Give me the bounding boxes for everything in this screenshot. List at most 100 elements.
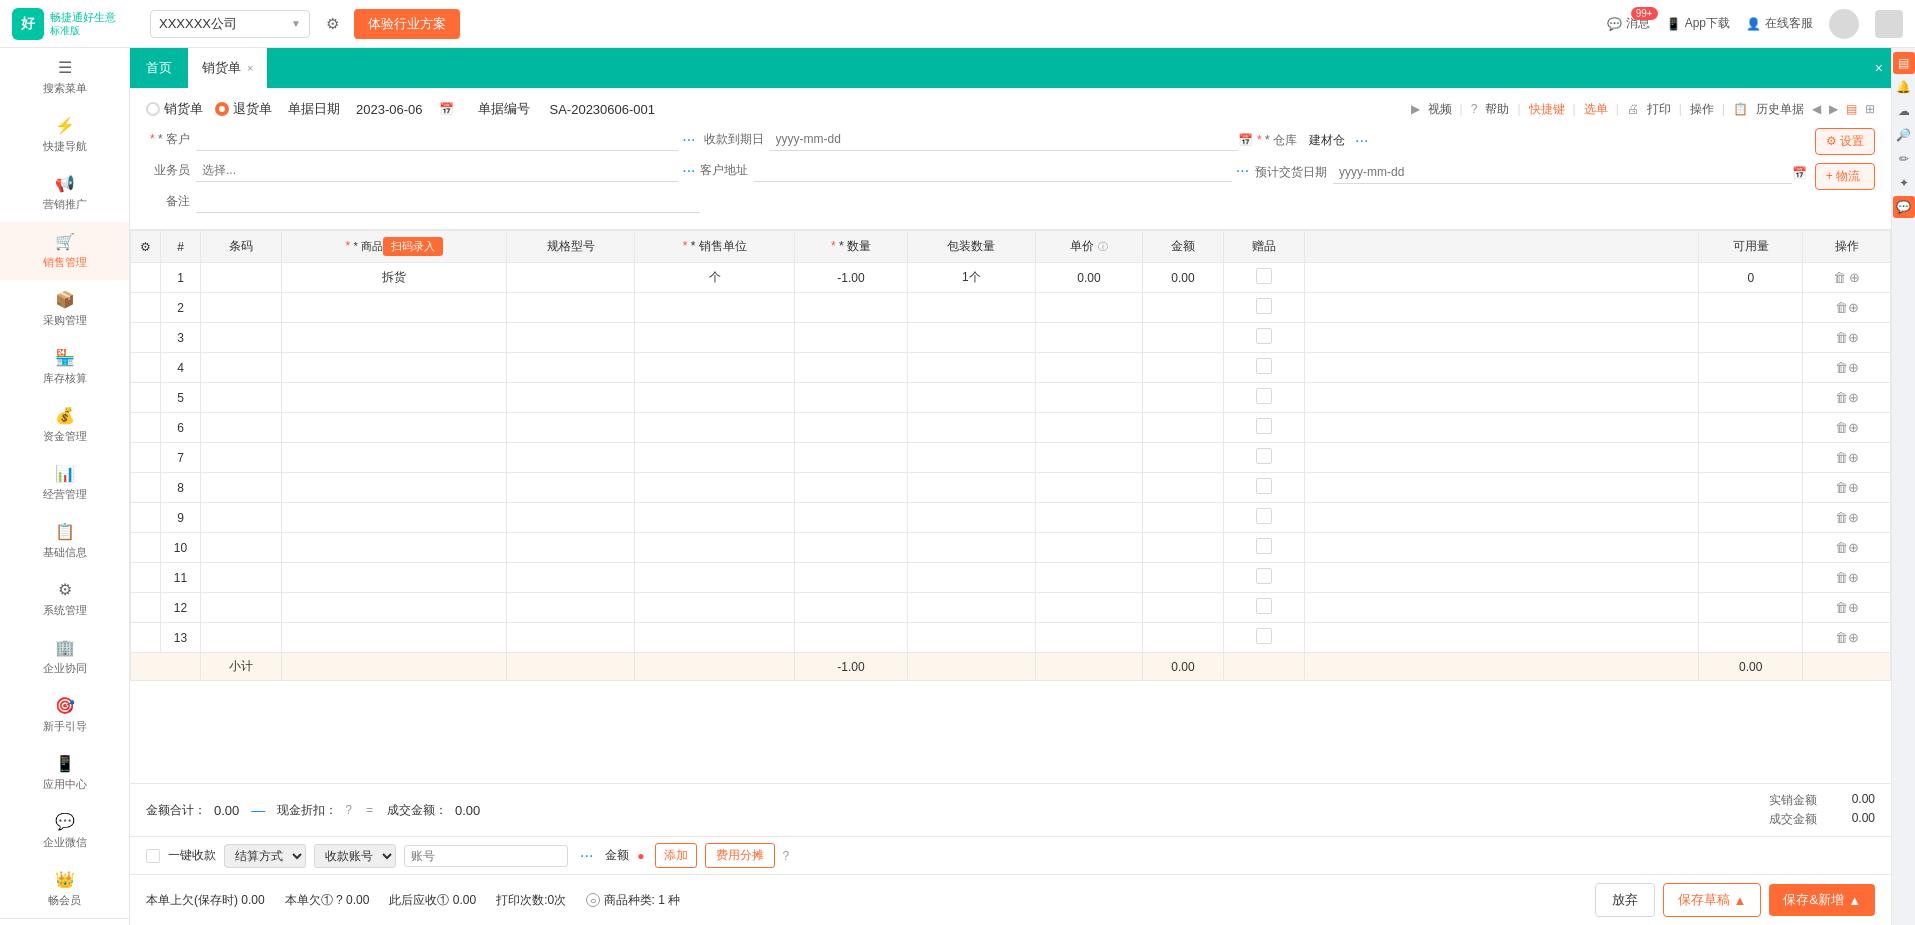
product-cell[interactable]: 拆货: [281, 263, 506, 293]
delete-icon[interactable]: 🗑: [1835, 480, 1848, 495]
expense-split-button[interactable]: 费用分摊: [705, 843, 775, 868]
copy-icon[interactable]: ⊕: [1848, 360, 1859, 375]
company-selector[interactable]: XXXXXX公司 ▼: [150, 10, 310, 38]
notes-input[interactable]: [196, 190, 700, 213]
right-panel-icon-5[interactable]: ✏: [1893, 148, 1915, 170]
settings-button[interactable]: ⚙ 设置: [1815, 128, 1875, 155]
prev-icon[interactable]: ◀: [1812, 102, 1821, 116]
salesperson-more-icon[interactable]: ···: [678, 162, 699, 180]
settlement-method-select[interactable]: 结算方式: [224, 844, 306, 868]
bank-account-select[interactable]: 收款账号: [314, 844, 396, 868]
delete-icon[interactable]: 🗑: [1835, 510, 1848, 525]
sidebar-item-purchase[interactable]: 📦 采购管理: [0, 280, 129, 338]
right-panel-icon-7[interactable]: 💬: [1893, 196, 1915, 218]
sidebar-item-inventory[interactable]: 🏪 库存核算: [0, 338, 129, 396]
delete-icon[interactable]: 🗑: [1833, 270, 1846, 285]
sidebar-item-system[interactable]: ⚙ 系统管理: [0, 570, 129, 628]
right-panel-icon-6[interactable]: ✦: [1893, 172, 1915, 194]
operate-link[interactable]: 操作: [1690, 101, 1714, 118]
save-new-button[interactable]: 保存&新增 ▲: [1769, 884, 1875, 916]
warehouse-more-icon[interactable]: ···: [1351, 132, 1372, 150]
delete-icon[interactable]: 🗑: [1835, 300, 1848, 315]
right-panel-icon-4[interactable]: 🔎: [1893, 124, 1915, 146]
delete-icon[interactable]: 🗑: [1835, 630, 1848, 645]
salesperson-input[interactable]: [196, 159, 678, 182]
qty-cell[interactable]: -1.00: [795, 263, 907, 293]
logistics-button[interactable]: + 物流: [1815, 163, 1875, 190]
add-payment-button[interactable]: 添加: [655, 843, 697, 868]
sidebar-item-enterprise[interactable]: 🏢 企业协同: [0, 628, 129, 686]
copy-icon[interactable]: ⊕: [1848, 390, 1859, 405]
copy-icon[interactable]: ⊕: [1848, 450, 1859, 465]
sidebar-item-wechat[interactable]: 💬 企业微信: [0, 802, 129, 860]
online-support-button[interactable]: 👤 在线客服: [1746, 15, 1813, 32]
shortcut-link[interactable]: 快捷键: [1529, 101, 1565, 118]
spec-cell[interactable]: [507, 263, 635, 293]
address-more-icon[interactable]: ···: [1232, 162, 1253, 180]
next-icon[interactable]: ▶: [1829, 102, 1838, 116]
delete-icon[interactable]: 🗑: [1835, 360, 1848, 375]
history-link[interactable]: 历史单据: [1756, 101, 1804, 118]
payment-date-calendar-icon[interactable]: 📅: [1238, 133, 1253, 147]
try-industry-button[interactable]: 体验行业方案: [354, 9, 460, 39]
notes-cell[interactable]: [1304, 263, 1698, 293]
copy-icon[interactable]: ⊕: [1849, 270, 1860, 285]
copy-icon[interactable]: ⊕: [1848, 510, 1859, 525]
tab-sales-order[interactable]: 销货单 ×: [188, 48, 267, 88]
help-link[interactable]: 帮助: [1485, 101, 1509, 118]
sidebar-item-guide[interactable]: 🎯 新手引导: [0, 686, 129, 744]
radio-return-order[interactable]: 退货单: [215, 100, 272, 118]
user-menu[interactable]: [1875, 10, 1903, 38]
payment-date-input[interactable]: [770, 128, 1239, 151]
select-link[interactable]: 选单: [1584, 101, 1608, 118]
account-input[interactable]: [404, 845, 568, 867]
expense-help-icon[interactable]: ?: [783, 849, 790, 863]
app-download-button[interactable]: 📱 App下载: [1666, 15, 1730, 32]
barcode-cell[interactable]: [201, 263, 282, 293]
one-click-payment-checkbox[interactable]: [146, 849, 160, 863]
video-link[interactable]: 视频: [1428, 101, 1452, 118]
delete-icon[interactable]: 🗑: [1835, 540, 1848, 555]
right-panel-icon-3[interactable]: ☁: [1893, 100, 1915, 122]
customer-address-input[interactable]: [754, 159, 1232, 182]
th-settings[interactable]: ⚙: [131, 231, 161, 263]
sidebar-item-app-center[interactable]: 📱 应用中心: [0, 744, 129, 802]
sidebar-item-member[interactable]: 👑 畅会员: [0, 860, 129, 918]
copy-icon[interactable]: ⊕: [1848, 330, 1859, 345]
copy-icon[interactable]: ⊕: [1848, 480, 1859, 495]
sidebar-item-basic-info[interactable]: 📋 基础信息: [0, 512, 129, 570]
message-button[interactable]: 💬 消息 99+: [1607, 15, 1650, 32]
sidebar-item-quick-nav[interactable]: ⚡ 快捷导航: [0, 106, 129, 164]
unit-cell[interactable]: 个: [635, 263, 795, 293]
sidebar-item-marketing[interactable]: 📢 营销推广: [0, 164, 129, 222]
copy-icon[interactable]: ⊕: [1848, 420, 1859, 435]
delete-icon[interactable]: 🗑: [1835, 450, 1848, 465]
radio-sales-order[interactable]: 销货单: [146, 100, 203, 118]
save-draft-button[interactable]: 保存草稿 ▲: [1663, 883, 1762, 917]
account-more-icon[interactable]: ···: [576, 847, 597, 865]
right-panel-icon-2[interactable]: 🔔: [1893, 76, 1915, 98]
grid-view-icon[interactable]: ⊞: [1865, 102, 1875, 116]
copy-icon[interactable]: ⊕: [1848, 570, 1859, 585]
abandon-button[interactable]: 放弃: [1595, 883, 1655, 917]
scan-button[interactable]: 扫码录入: [383, 237, 443, 256]
sidebar-item-finance[interactable]: 💰 资金管理: [0, 396, 129, 454]
amount-cell[interactable]: 0.00: [1142, 263, 1223, 293]
sidebar-item-sales[interactable]: 🛒 销售管理: [0, 222, 129, 280]
copy-icon[interactable]: ⊕: [1848, 600, 1859, 615]
copy-icon[interactable]: ⊕: [1848, 300, 1859, 315]
list-view-icon[interactable]: ▤: [1846, 102, 1857, 116]
delivery-date-calendar-icon[interactable]: 📅: [1792, 166, 1807, 180]
delivery-date-input[interactable]: [1333, 161, 1792, 184]
customer-input[interactable]: [196, 128, 678, 151]
gift-cell[interactable]: [1223, 263, 1304, 293]
right-panel-icon-1[interactable]: ▤: [1893, 52, 1915, 74]
tab-close-icon[interactable]: ×: [247, 62, 253, 74]
copy-icon[interactable]: ⊕: [1848, 540, 1859, 555]
pkg-qty-cell[interactable]: 1个: [907, 263, 1035, 293]
calendar-icon[interactable]: 📅: [439, 102, 454, 116]
delete-icon[interactable]: 🗑: [1835, 600, 1848, 615]
delete-icon[interactable]: 🗑: [1835, 570, 1848, 585]
tab-home[interactable]: 首页: [130, 48, 188, 88]
copy-icon[interactable]: ⊕: [1848, 630, 1859, 645]
